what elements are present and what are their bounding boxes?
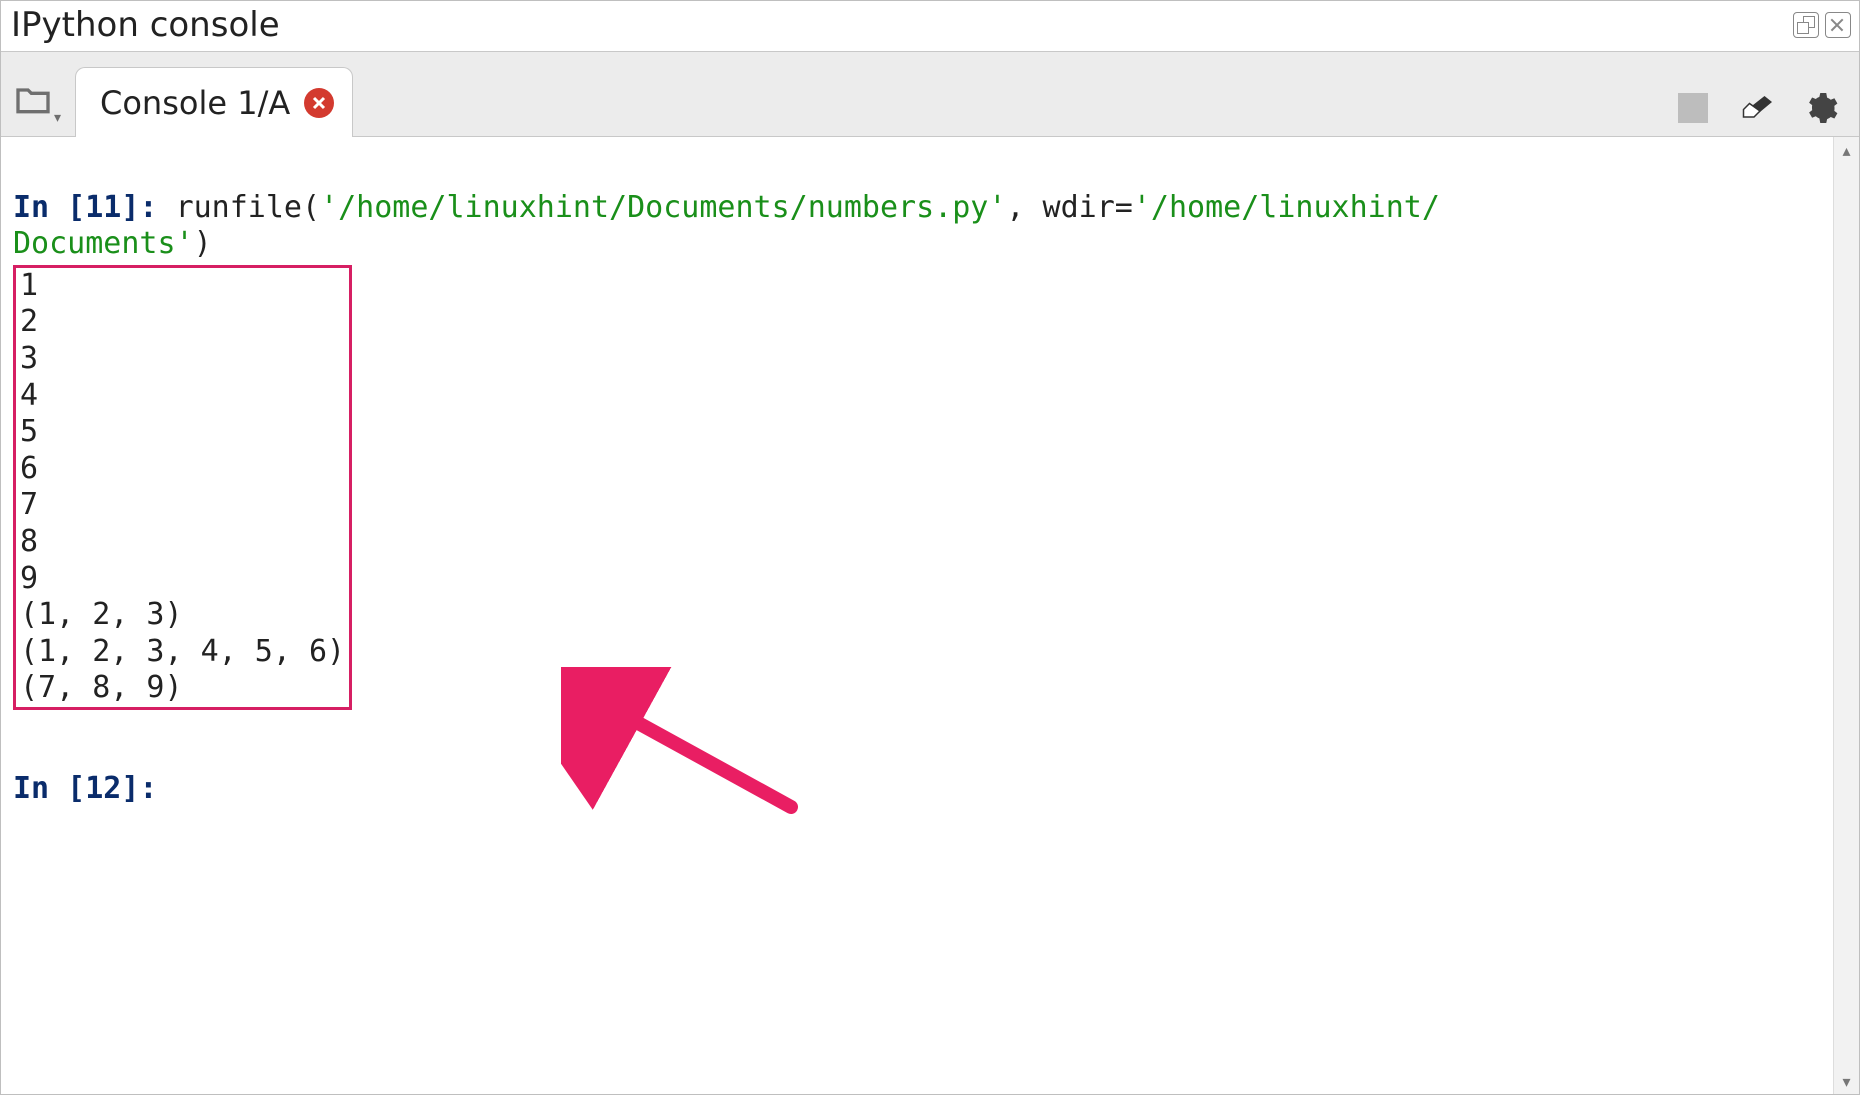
console-output[interactable]: In [11]: runfile('/home/linuxhint/Docume… xyxy=(1,137,1833,1094)
chevron-down-icon: ▾ xyxy=(54,110,61,126)
output-line: 1 xyxy=(20,268,345,305)
close-tab-button[interactable] xyxy=(304,88,334,118)
output-line: 7 xyxy=(20,487,345,524)
output-line: 5 xyxy=(20,414,345,451)
output-highlight-box: 123456789(1, 2, 3)(1, 2, 3, 4, 5, 6)(7, … xyxy=(13,265,352,710)
input-cell-11: In [11]: runfile('/home/linuxhint/Docume… xyxy=(13,190,1825,263)
tabstrip-actions xyxy=(1675,90,1851,136)
titlebar: IPython console xyxy=(1,1,1859,51)
interrupt-kernel-button[interactable] xyxy=(1675,90,1711,126)
prompt-in: In [11]: xyxy=(13,190,158,225)
titlebar-controls xyxy=(1793,12,1851,38)
restore-icon[interactable] xyxy=(1793,12,1819,38)
vertical-scrollbar[interactable] xyxy=(1833,137,1859,1094)
panel-title: IPython console xyxy=(11,5,280,45)
options-button[interactable] xyxy=(1803,90,1839,126)
eraser-icon xyxy=(1739,90,1775,126)
close-icon xyxy=(311,95,327,111)
output-line: 3 xyxy=(20,341,345,378)
output-line: 4 xyxy=(20,378,345,415)
tab-console-1a[interactable]: Console 1/A xyxy=(75,67,353,137)
folder-dropdown-icon xyxy=(13,80,53,120)
input-cell-12: In [12]: xyxy=(13,771,1825,808)
gear-icon xyxy=(1803,90,1839,126)
output-line: 2 xyxy=(20,304,345,341)
output-line: (1, 2, 3) xyxy=(20,597,345,634)
stop-icon xyxy=(1678,93,1708,123)
output-line: 9 xyxy=(20,561,345,598)
spacer xyxy=(13,747,1825,771)
scroll-up-button[interactable] xyxy=(1834,137,1859,163)
clear-console-button[interactable] xyxy=(1739,90,1775,126)
tab-label: Console 1/A xyxy=(100,84,290,122)
prompt-in: In [12]: xyxy=(13,771,158,806)
runfile-call: runfile('/home/linuxhint/Documents/numbe… xyxy=(13,190,1440,262)
output-line: (1, 2, 3, 4, 5, 6) xyxy=(20,634,345,671)
output-line: 8 xyxy=(20,524,345,561)
output-line: (7, 8, 9) xyxy=(20,670,345,707)
browse-tabs-button[interactable]: ▾ xyxy=(9,76,57,124)
ipython-console-panel: IPython console ▾ Console 1/A xyxy=(0,0,1860,1095)
console-body-wrap: In [11]: runfile('/home/linuxhint/Docume… xyxy=(1,137,1859,1094)
tab-strip: ▾ Console 1/A xyxy=(1,51,1859,137)
scroll-down-button[interactable] xyxy=(1834,1068,1859,1094)
output-line: 6 xyxy=(20,451,345,488)
close-panel-icon[interactable] xyxy=(1825,12,1851,38)
